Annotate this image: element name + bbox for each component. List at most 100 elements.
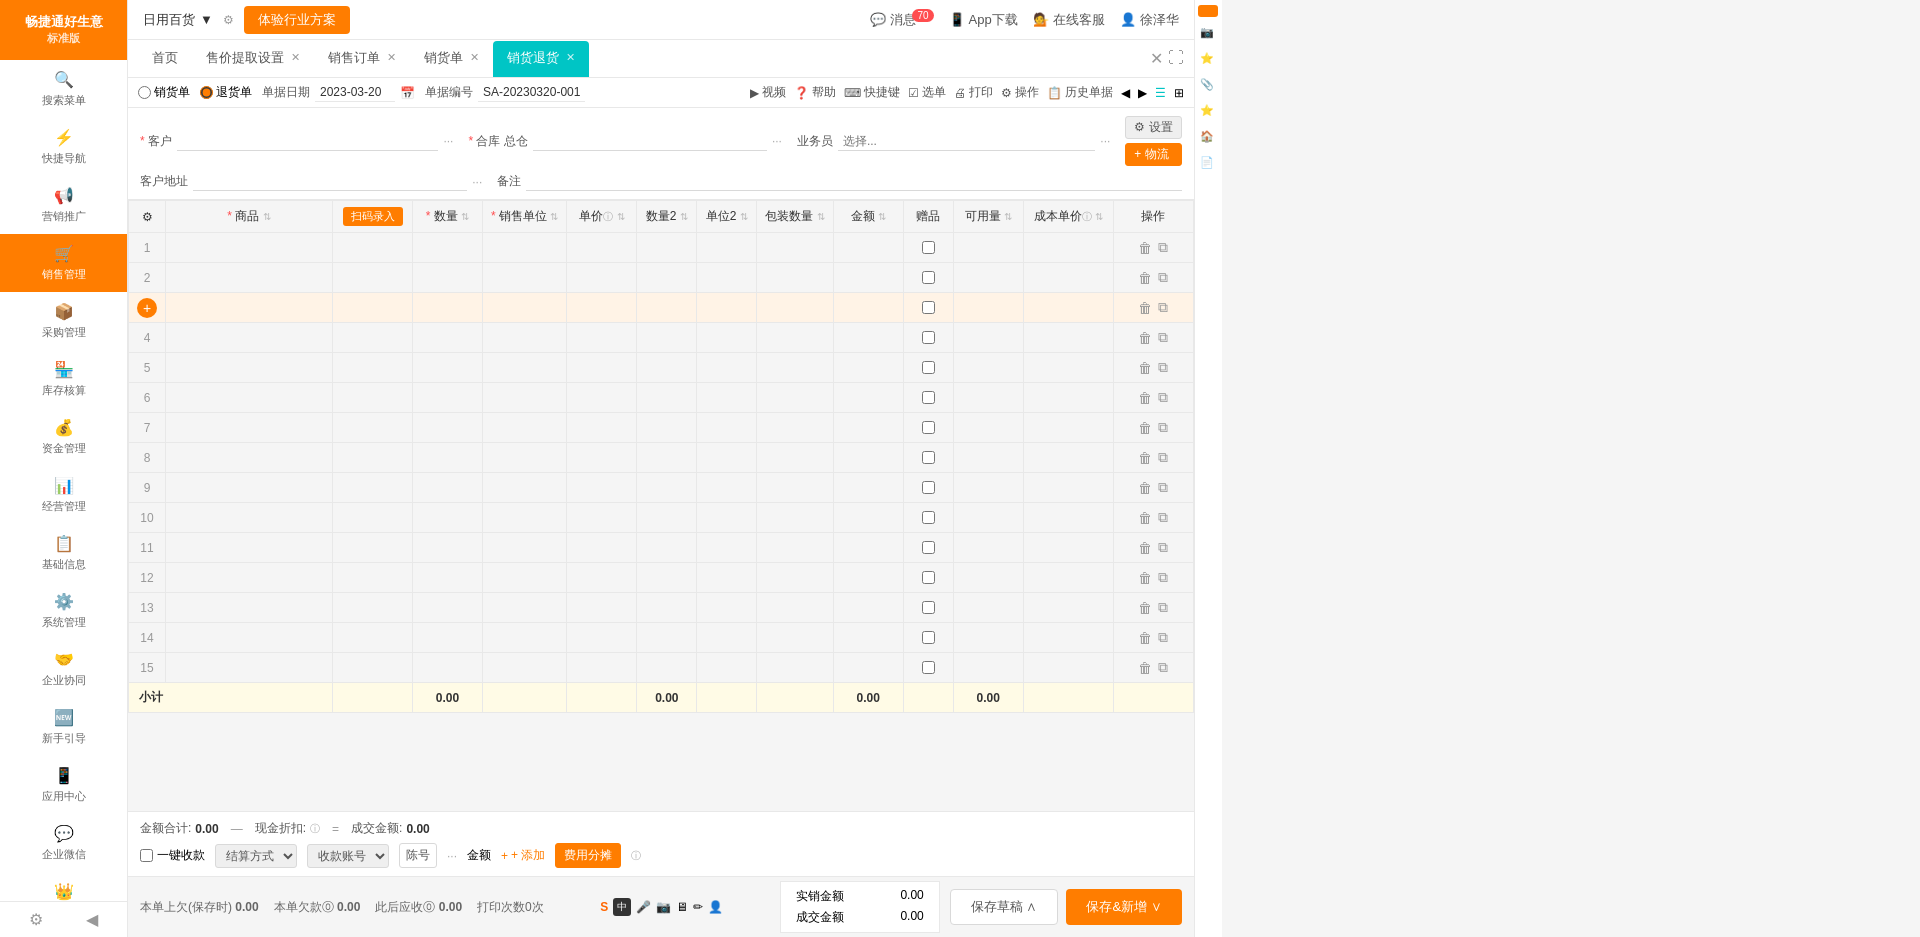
row-2-avail[interactable] bbox=[953, 263, 1023, 293]
row-5-delete[interactable]: 🗑 bbox=[1138, 360, 1152, 376]
staff-dots[interactable]: ··· bbox=[1100, 134, 1110, 148]
row-3-avail[interactable] bbox=[953, 293, 1023, 323]
row-3-cost[interactable] bbox=[1023, 293, 1113, 323]
sidebar-item-partner[interactable]: 🤝 企业协同 bbox=[0, 640, 127, 698]
row-5-copy[interactable]: ⧉ bbox=[1158, 359, 1168, 376]
sidebar-item-finance[interactable]: 💰 资金管理 bbox=[0, 408, 127, 466]
row-2-delete-icon[interactable]: 🗑 bbox=[1138, 270, 1152, 286]
row-8-copy[interactable]: ⧉ bbox=[1158, 449, 1168, 466]
sidebar-item-purchase[interactable]: 📦 采购管理 bbox=[0, 292, 127, 350]
price-info-icon[interactable]: ⓘ bbox=[603, 211, 613, 222]
row-11-copy[interactable]: ⧉ bbox=[1158, 539, 1168, 556]
date-value[interactable]: 2023-03-20 bbox=[315, 83, 395, 102]
row-6-delete[interactable]: 🗑 bbox=[1138, 390, 1152, 406]
app-download-btn[interactable]: 📱 App下载 bbox=[949, 11, 1018, 29]
one-click-pay-check[interactable]: 一键收款 bbox=[140, 847, 205, 864]
history-btn[interactable]: 📋 历史单据 bbox=[1047, 84, 1113, 101]
add-row-btn[interactable]: + bbox=[137, 298, 157, 318]
row-1-gift-check[interactable] bbox=[922, 241, 935, 254]
row-3-product[interactable] bbox=[166, 293, 333, 323]
qty2-sort-icon[interactable]: ⇅ bbox=[680, 211, 688, 222]
account-select[interactable]: 收款账号 bbox=[307, 844, 389, 868]
sidebar-item-inventory[interactable]: 🏪 库存核算 bbox=[0, 350, 127, 408]
row-4-copy[interactable]: ⧉ bbox=[1158, 329, 1168, 346]
warehouse-input[interactable] bbox=[533, 132, 767, 151]
row-3-product-input[interactable] bbox=[174, 301, 324, 315]
qty-sort-icon[interactable]: ⇅ bbox=[461, 211, 469, 222]
row-14-delete[interactable]: 🗑 bbox=[1138, 630, 1152, 646]
row-12-copy[interactable]: ⧉ bbox=[1158, 569, 1168, 586]
save-new-btn[interactable]: 保存&新增 ∨ bbox=[1066, 889, 1181, 925]
row-3-delete-icon[interactable]: 🗑 bbox=[1138, 300, 1152, 316]
th-scan[interactable]: 扫码录入 bbox=[333, 201, 413, 233]
row-6-copy[interactable]: ⧉ bbox=[1158, 389, 1168, 406]
row-7-copy[interactable]: ⧉ bbox=[1158, 419, 1168, 436]
row-3-pack[interactable] bbox=[757, 293, 833, 323]
tab-price-setting[interactable]: 售价提取设置 ✕ bbox=[192, 41, 314, 77]
customer-dots[interactable]: ··· bbox=[443, 134, 453, 148]
row-3-price[interactable] bbox=[567, 293, 637, 323]
row-2-gift-check[interactable] bbox=[922, 271, 935, 284]
radio-return-input[interactable] bbox=[200, 86, 213, 99]
sidebar-item-wechat[interactable]: 💬 企业微信 bbox=[0, 814, 127, 872]
topbar-gear-icon[interactable]: ⚙ bbox=[223, 13, 234, 27]
right-icon-1[interactable]: 📷 bbox=[1197, 20, 1220, 43]
discount-info-icon[interactable]: ⓘ bbox=[310, 822, 320, 836]
row-9-gift-check[interactable] bbox=[922, 481, 935, 494]
online-service-btn[interactable]: 💁 在线客服 bbox=[1033, 11, 1105, 29]
pack-sort-icon[interactable]: ⇅ bbox=[817, 211, 825, 222]
save-draft-btn[interactable]: 保存草稿 ∧ bbox=[950, 889, 1059, 925]
avail-sort-icon[interactable]: ⇅ bbox=[1004, 211, 1012, 222]
row-4-delete[interactable]: 🗑 bbox=[1138, 330, 1152, 346]
row-1-qty[interactable] bbox=[413, 233, 483, 263]
one-click-pay-input[interactable] bbox=[140, 849, 153, 862]
row-9-copy[interactable]: ⧉ bbox=[1158, 479, 1168, 496]
row-1-amount[interactable] bbox=[833, 233, 903, 263]
sidebar-item-system[interactable]: ⚙️ 系统管理 bbox=[0, 582, 127, 640]
row-13-delete[interactable]: 🗑 bbox=[1138, 600, 1152, 616]
right-icon-4[interactable]: ⭐ bbox=[1197, 98, 1220, 121]
tab-sales-order[interactable]: 销售订单 ✕ bbox=[314, 41, 410, 77]
sidebar-item-sales[interactable]: 🛒 销售管理 bbox=[0, 234, 127, 292]
cost-info-icon[interactable]: ⓘ bbox=[1082, 211, 1092, 222]
sidebar-item-member[interactable]: 👑 畅会员 bbox=[0, 872, 127, 901]
tab-sales-order-close[interactable]: ✕ bbox=[387, 51, 396, 64]
row-13-gift-check[interactable] bbox=[922, 601, 935, 614]
next-icon[interactable]: ▶ bbox=[1138, 86, 1147, 100]
row-15-gift-check[interactable] bbox=[922, 661, 935, 674]
row-7-delete[interactable]: 🗑 bbox=[1138, 420, 1152, 436]
row-3-copy-icon[interactable]: ⧉ bbox=[1158, 299, 1168, 316]
row-9-delete[interactable]: 🗑 bbox=[1138, 480, 1152, 496]
row-1-cost[interactable] bbox=[1023, 233, 1113, 263]
customer-input[interactable] bbox=[177, 132, 438, 151]
row-10-copy[interactable]: ⧉ bbox=[1158, 509, 1168, 526]
row-1-unit[interactable] bbox=[483, 233, 567, 263]
row-2-unit[interactable] bbox=[483, 263, 567, 293]
sidebar-item-quick[interactable]: ⚡ 快捷导航 bbox=[0, 118, 127, 176]
grid-view-icon[interactable]: ⊞ bbox=[1174, 86, 1184, 100]
row-1-delete-icon[interactable]: 🗑 bbox=[1138, 240, 1152, 256]
collapse-icon[interactable]: ◀ bbox=[86, 910, 98, 929]
row-7-gift-check[interactable] bbox=[922, 421, 935, 434]
row-8-gift-check[interactable] bbox=[922, 451, 935, 464]
operate-btn[interactable]: ⚙ 操作 bbox=[1001, 84, 1039, 101]
tab-price-close[interactable]: ✕ bbox=[291, 51, 300, 64]
tab-expand-icon[interactable]: ⛶ bbox=[1168, 49, 1184, 68]
sidebar-item-marketing[interactable]: 📢 营销推广 bbox=[0, 176, 127, 234]
row-3-unit[interactable] bbox=[483, 293, 567, 323]
row-5-gift-check[interactable] bbox=[922, 361, 935, 374]
address-dots[interactable]: ··· bbox=[472, 175, 482, 189]
right-icon-chat[interactable]: 消 bbox=[1198, 5, 1218, 17]
row-1-avail[interactable] bbox=[953, 233, 1023, 263]
row-3-gift-check[interactable] bbox=[922, 301, 935, 314]
sidebar-item-operation[interactable]: 📊 经营管理 bbox=[0, 466, 127, 524]
address-input[interactable] bbox=[193, 172, 467, 191]
row-2-amount[interactable] bbox=[833, 263, 903, 293]
row-1-gift[interactable] bbox=[903, 233, 953, 263]
row-1-qty2[interactable] bbox=[637, 233, 697, 263]
row-11-gift-check[interactable] bbox=[922, 541, 935, 554]
th-gear[interactable]: ⚙ bbox=[129, 201, 166, 233]
row-1-pack[interactable] bbox=[757, 233, 833, 263]
row-14-copy[interactable]: ⧉ bbox=[1158, 629, 1168, 646]
row-2-qty[interactable] bbox=[413, 263, 483, 293]
